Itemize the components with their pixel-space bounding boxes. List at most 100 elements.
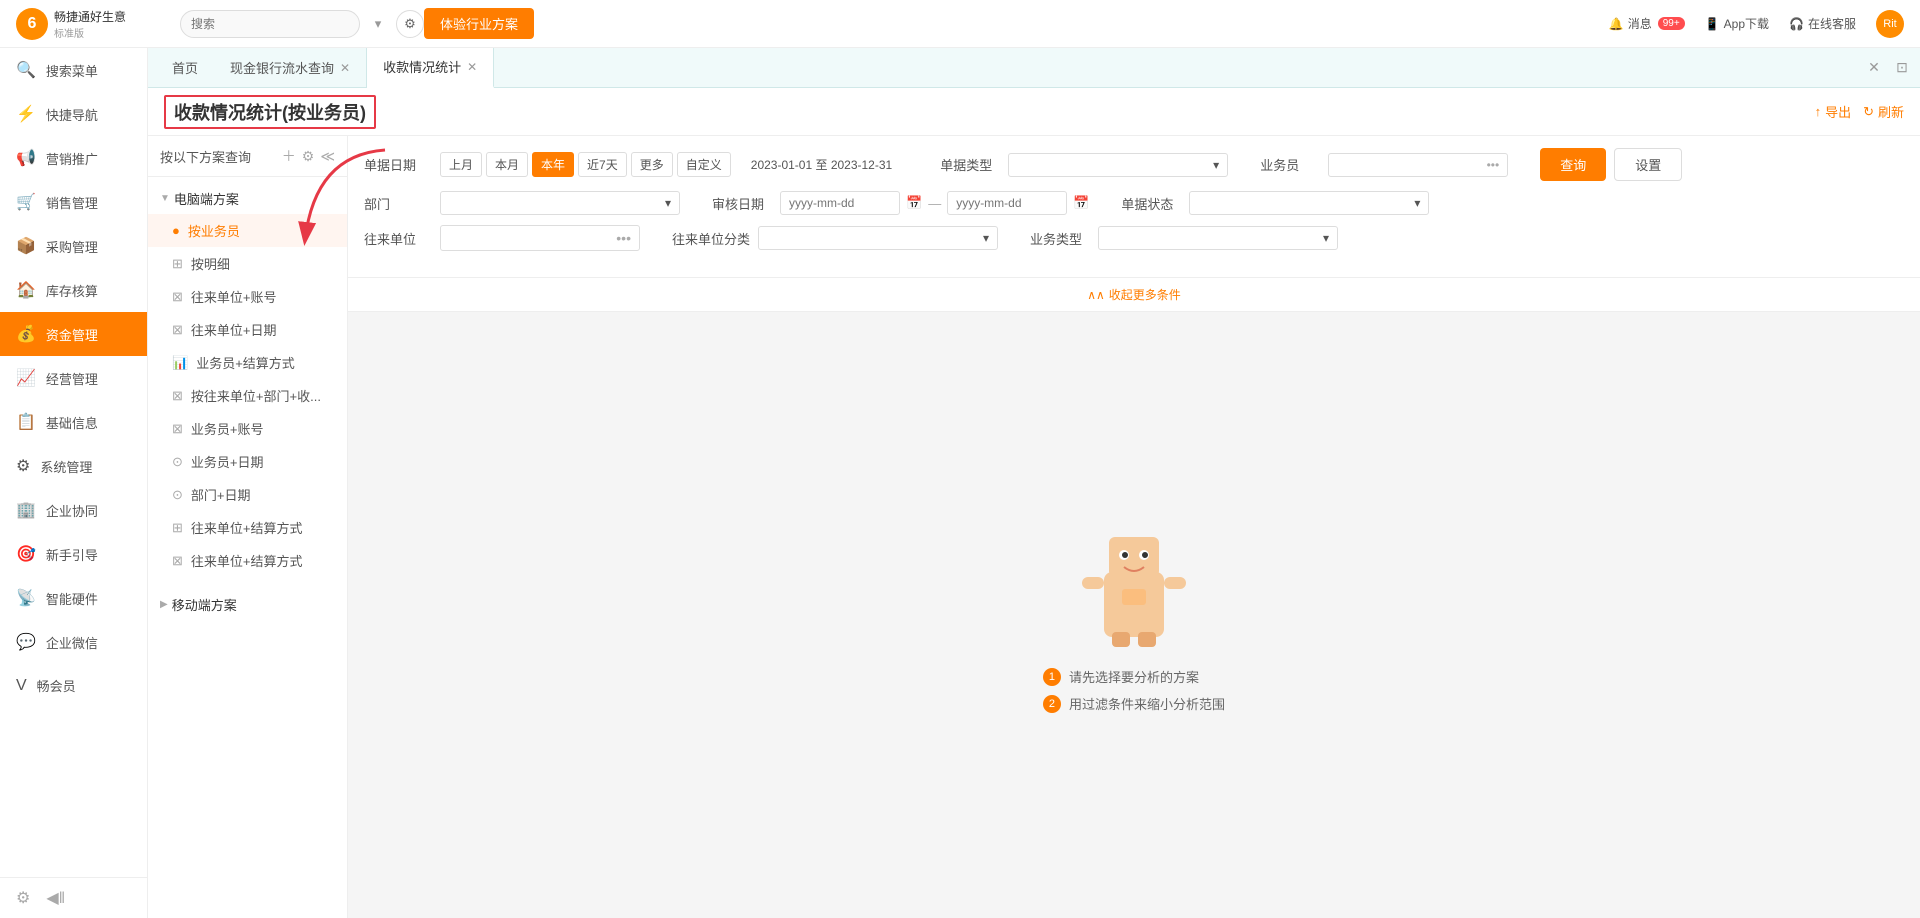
partner-account-icon: ⊠ [172, 289, 183, 305]
tree-item-dept-date[interactable]: ⊙ 部门+日期 [148, 478, 347, 511]
sidebar-item-sales[interactable]: 🛒 销售管理 [0, 180, 147, 224]
tree-item-by-detail[interactable]: ⊞ 按明细 [148, 247, 347, 280]
date-tab-custom[interactable]: 自定义 [677, 152, 731, 177]
tree-expand-arrow: ▼ [160, 193, 170, 204]
try-industry-button[interactable]: 体验行业方案 [424, 8, 534, 39]
partner-select[interactable]: ••• [440, 225, 640, 251]
user-avatar-area[interactable]: Rit [1876, 10, 1904, 38]
sidebar-item-vip[interactable]: V 畅会员 [0, 664, 147, 707]
date-tab-more[interactable]: 更多 [631, 152, 673, 177]
audit-date-start[interactable] [780, 191, 900, 215]
doc-status-select[interactable]: ▾ [1189, 191, 1429, 215]
search-input[interactable] [180, 10, 360, 38]
date-tab-this-year[interactable]: 本年 [532, 152, 574, 177]
biz-type-filter: 业务类型 ▾ [1030, 226, 1338, 250]
window-maximize-button[interactable]: ⊡ [1892, 58, 1912, 78]
tip-1: 1 请先选择要分析的方案 [1043, 667, 1225, 686]
filter-row-partner: 往来单位 ••• 往来单位分类 [364, 225, 1904, 251]
refresh-icon: ↻ [1863, 104, 1874, 120]
salesperson-settle-icon: 📊 [172, 355, 188, 371]
app-name: 畅捷通好生意 [54, 8, 126, 25]
tab-bank-flow[interactable]: 现金银行流水查询 ✕ [214, 48, 367, 88]
sidebar-item-marketing[interactable]: 📢 营销推广 [0, 136, 147, 180]
sidebar-item-purchase[interactable]: 📦 采购管理 [0, 224, 147, 268]
sidebar-item-guide[interactable]: 🎯 新手引导 [0, 532, 147, 576]
sidebar-item-operation[interactable]: 📈 经营管理 [0, 356, 147, 400]
sidebar-item-finance[interactable]: 💰 资金管理 [0, 312, 147, 356]
tree-item-by-salesperson[interactable]: ● 按业务员 [148, 214, 347, 247]
tree-group-desktop[interactable]: ▼ 电脑端方案 [148, 183, 347, 214]
sidebar-item-system[interactable]: ⚙ 系统管理 [0, 444, 147, 488]
tab-receipt-stats-close[interactable]: ✕ [467, 60, 477, 74]
manage-scheme-button[interactable]: ⚙ [302, 148, 315, 165]
partner-category-select[interactable]: ▾ [758, 226, 998, 250]
date-tab-last-month[interactable]: 上月 [440, 152, 482, 177]
sidebar-settings-icon[interactable]: ⚙ [16, 888, 30, 908]
tree-item-partner-settle2[interactable]: ⊠ 往来单位+结算方式 [148, 544, 347, 577]
salesperson-label: 业务员 [1260, 155, 1320, 174]
sidebar-item-quick-nav[interactable]: ⚡ 快捷导航 [0, 92, 147, 136]
partner-date-icon: ⊠ [172, 322, 183, 338]
tab-home[interactable]: 首页 [156, 48, 214, 88]
tree-section-mobile: ▶ 移动端方案 [148, 583, 347, 626]
partner-dept-icon: ⊠ [172, 388, 183, 404]
collapse-panel-button[interactable]: ≪ [320, 148, 335, 165]
salesperson-select[interactable]: ••• [1328, 153, 1508, 177]
app-edition: 标准版 [54, 25, 126, 40]
settings-button[interactable]: 设置 [1614, 148, 1682, 181]
app-download-button[interactable]: 📱 App下载 [1705, 15, 1769, 32]
body-layout: 按以下方案查询 ＋ ⚙ ≪ ▼ 电脑端方案 ● 按业务员 [148, 136, 1920, 918]
filter-panel: 单据日期 上月 本月 本年 近7天 更多 自定义 2023-01-01 至 20… [348, 136, 1920, 312]
tree-item-partner-settle1[interactable]: ⊞ 往来单位+结算方式 [148, 511, 347, 544]
logo-area: 6 畅捷通好生意 标准版 [16, 8, 164, 40]
app-logo-icon: 6 [16, 8, 48, 40]
date-tab-this-month[interactable]: 本月 [486, 152, 528, 177]
messages-button[interactable]: 🔔 消息 99+ [1609, 15, 1685, 32]
tree-item-partner-account[interactable]: ⊠ 往来单位+账号 [148, 280, 347, 313]
main-layout: 🔍 搜索菜单 ⚡ 快捷导航 📢 营销推广 🛒 销售管理 📦 采购管理 🏠 库存核… [0, 48, 1920, 918]
sidebar-item-inventory[interactable]: 🏠 库存核算 [0, 268, 147, 312]
partner-input-area: ••• [440, 225, 640, 251]
export-button[interactable]: ↑ 导出 [1815, 102, 1852, 121]
tree-group-mobile[interactable]: ▶ 移动端方案 [148, 589, 347, 620]
tip-number-1: 1 [1043, 668, 1061, 686]
empty-tips: 1 请先选择要分析的方案 2 用过滤条件来缩小分析范围 [1043, 667, 1225, 713]
add-scheme-button[interactable]: ＋ [282, 146, 296, 166]
tree-item-salesperson-date[interactable]: ⊙ 业务员+日期 [148, 445, 347, 478]
audit-date-end[interactable] [947, 191, 1067, 215]
salesperson-input-area: ••• [1328, 153, 1508, 177]
doc-type-select[interactable]: ▾ [1008, 153, 1228, 177]
doc-type-filter: 单据类型 ▾ [940, 153, 1228, 177]
sidebar-item-enterprise[interactable]: 🏢 企业协同 [0, 488, 147, 532]
empty-robot-illustration [1074, 517, 1194, 647]
tab-bank-flow-close[interactable]: ✕ [340, 61, 350, 75]
date-tab-7days[interactable]: 近7天 [578, 152, 627, 177]
tree-item-salesperson-account[interactable]: ⊠ 业务员+账号 [148, 412, 347, 445]
content-area: 首页 现金银行流水查询 ✕ 收款情况统计 ✕ ✕ ⊡ 收款情况统计(按业务员) … [148, 48, 1920, 918]
online-service-button[interactable]: 🎧 在线客服 [1789, 15, 1856, 32]
sidebar-item-hardware[interactable]: 📡 智能硬件 [0, 576, 147, 620]
refresh-button[interactable]: ↻ 刷新 [1863, 102, 1904, 121]
sidebar-item-search[interactable]: 🔍 搜索菜单 [0, 48, 147, 92]
system-icon: ⚙ [16, 456, 30, 476]
dept-select[interactable]: ▾ [440, 191, 680, 215]
salesperson-filter: 业务员 ••• [1260, 153, 1508, 177]
tree-item-partner-dept-collect[interactable]: ⊠ 按往来单位+部门+收... [148, 379, 347, 412]
collapse-conditions-button[interactable]: ∧∧ 收起更多条件 [348, 277, 1920, 311]
sales-icon: 🛒 [16, 192, 36, 212]
wechat-icon: 💬 [16, 632, 36, 652]
settings-gear-icon[interactable]: ⚙ [396, 10, 424, 38]
partner-settle2-icon: ⊠ [172, 553, 183, 569]
query-button[interactable]: 查询 [1540, 148, 1606, 181]
window-close-button[interactable]: ✕ [1864, 58, 1884, 78]
sidebar-item-base[interactable]: 📋 基础信息 [0, 400, 147, 444]
doc-type-label: 单据类型 [940, 155, 1000, 174]
tree-item-salesperson-settle[interactable]: 📊 业务员+结算方式 [148, 346, 347, 379]
biz-type-select[interactable]: ▾ [1098, 226, 1338, 250]
sidebar-item-wechat[interactable]: 💬 企业微信 [0, 620, 147, 664]
main-content-area: 1 请先选择要分析的方案 2 用过滤条件来缩小分析范围 [348, 312, 1920, 918]
dropdown-arrow-icon[interactable]: ▾ [368, 14, 388, 34]
tree-item-partner-date[interactable]: ⊠ 往来单位+日期 [148, 313, 347, 346]
tab-receipt-stats[interactable]: 收款情况统计 ✕ [367, 48, 494, 88]
sidebar-collapse-icon[interactable]: ◀‖ [46, 888, 65, 908]
